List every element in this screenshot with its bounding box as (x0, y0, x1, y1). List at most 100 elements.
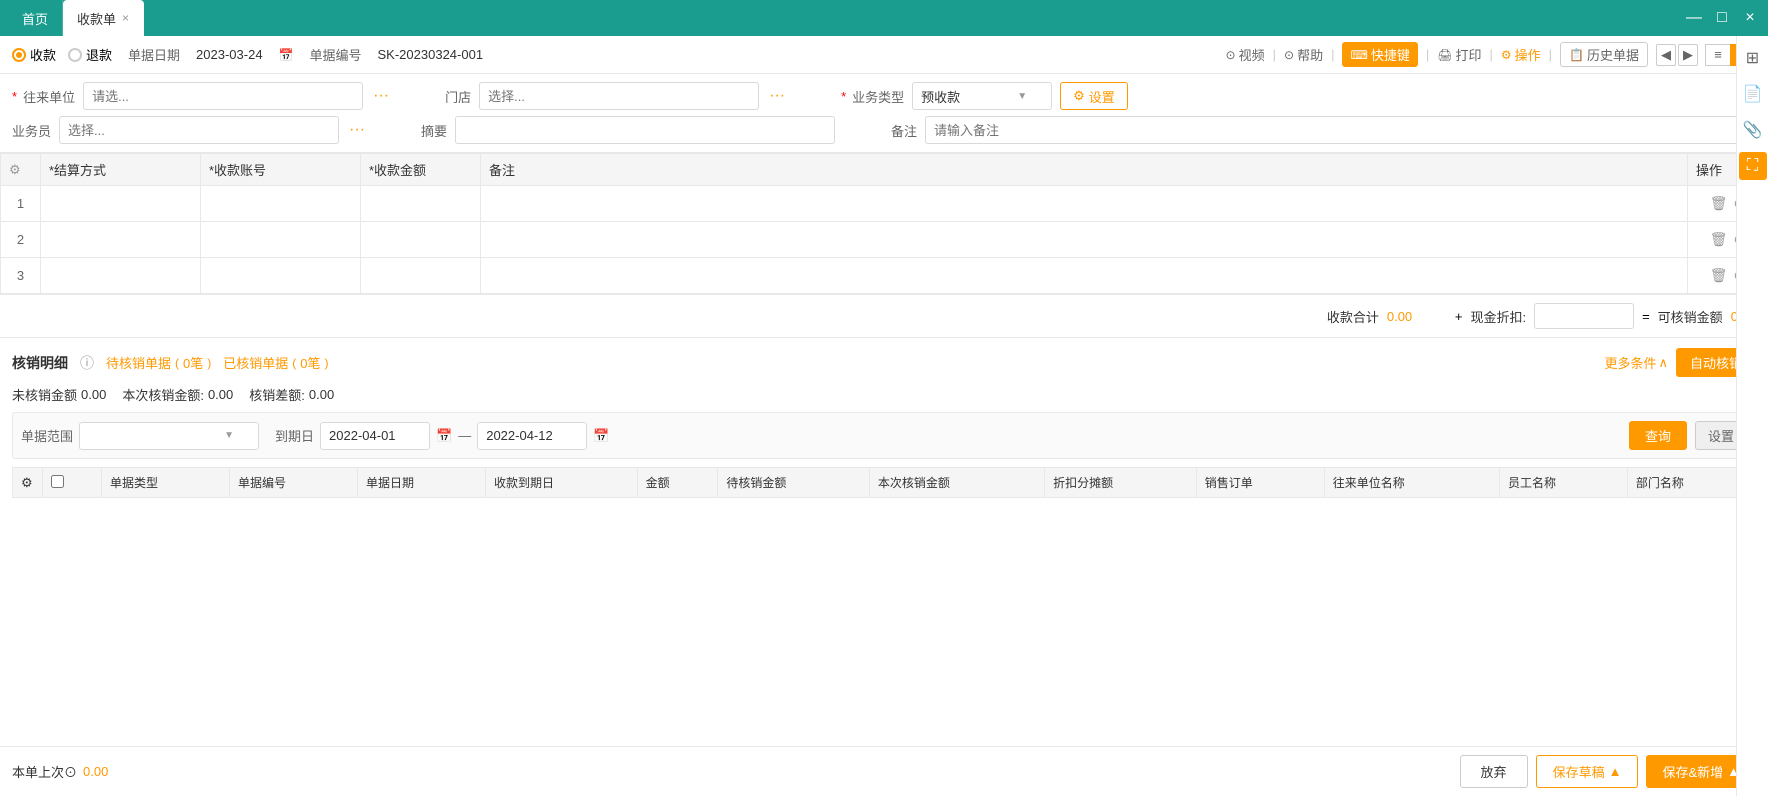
store-input[interactable] (479, 82, 759, 110)
table-section: ⚙ *结算方式 *收款账号 *收款金额 备注 操作 (0, 153, 1768, 295)
collection-total-value: 0.00 (1387, 309, 1447, 324)
verify-amount-label: 可核销金额 (1658, 307, 1723, 326)
salesperson-more-button[interactable]: ··· (349, 121, 365, 139)
th-doc-date: 单据日期 (358, 468, 486, 498)
summary-input[interactable] (455, 116, 835, 144)
tab-bar: 首页 收款单 × — □ × (0, 0, 1768, 36)
maximize-button[interactable]: □ (1712, 9, 1732, 27)
save-new-label: 保存&新增 (1662, 762, 1723, 781)
th-pending: 待核销金额 (718, 468, 870, 498)
cal-to-icon[interactable]: 📅 (593, 428, 609, 444)
date-picker-icon[interactable]: 📅 (279, 48, 294, 62)
more-conditions-button[interactable]: 更多条件 ∧ (1604, 353, 1668, 372)
list-view-button[interactable]: ≡ (1705, 44, 1731, 66)
radio-refund[interactable]: 退款 (68, 45, 112, 64)
th-note: 备注 (481, 154, 1688, 186)
req-mark-counterpart: * (12, 89, 17, 104)
save-draft-dropdown-icon[interactable]: ▲ (1609, 764, 1622, 779)
th-counterpart: 往来单位名称 (1324, 468, 1499, 498)
next-button[interactable]: ▶ (1678, 44, 1698, 66)
salesperson-input[interactable] (59, 116, 339, 144)
footer-actions: 放弃 保存草稿 ▲ 保存&新增 ▲ (1460, 755, 1756, 788)
note-input[interactable] (925, 116, 1756, 144)
range-filter-group: 单据范围 ▼ (21, 422, 259, 450)
save-draft-button[interactable]: 保存草稿 ▲ (1536, 755, 1639, 788)
doc-date-value[interactable]: 2023-03-24 (196, 47, 263, 62)
shortcut-button[interactable]: ⌨ 快捷键 (1342, 42, 1417, 67)
row-2-note[interactable] (481, 222, 1688, 258)
req-mark-business: * (841, 89, 846, 104)
row-1-delete-icon[interactable]: 🗑 (1710, 195, 1728, 212)
range-label: 单据范围 (21, 426, 73, 445)
sidebar-attach-icon[interactable]: 📎 (1739, 116, 1767, 144)
select-all-checkbox[interactable] (51, 475, 64, 488)
discount-input[interactable] (1534, 303, 1634, 329)
table-gear-icon[interactable]: ⚙ (21, 475, 33, 490)
video-button[interactable]: ⊙ 视频 (1226, 45, 1265, 64)
th-checkbox-col (43, 468, 102, 498)
row-3-settlement[interactable] (41, 258, 201, 294)
row-3-note[interactable] (481, 258, 1688, 294)
store-more-button[interactable]: ··· (769, 87, 785, 105)
row-1-settlement[interactable] (41, 186, 201, 222)
th-due-date: 收款到期日 (486, 468, 638, 498)
verify-actions: 更多条件 ∧ 自动核销 (1604, 348, 1756, 377)
counterpart-input[interactable] (83, 82, 363, 110)
row-3-amount[interactable] (361, 258, 481, 294)
help-button[interactable]: ⊙ 帮助 (1284, 45, 1323, 64)
row-1-amount[interactable] (361, 186, 481, 222)
close-tab-icon[interactable]: × (122, 11, 129, 25)
toolbar-actions: ⊙ 视频 | ⊙ 帮助 | ⌨ 快捷键 | 🖨 打印 | ⚙ 操作 | 📋 历史… (1226, 42, 1756, 67)
sidebar-table-icon[interactable]: ⊞ (1739, 44, 1767, 72)
doc-date-label: 单据日期 (128, 45, 180, 64)
plus-sign: + (1455, 309, 1463, 324)
tab-home[interactable]: 首页 (8, 0, 63, 36)
prev-button[interactable]: ◀ (1656, 44, 1676, 66)
close-button[interactable]: × (1740, 9, 1760, 27)
row-1-account[interactable] (201, 186, 361, 222)
done-tab[interactable]: 已核销单据(0笔) (223, 353, 328, 372)
settings-button[interactable]: ⚙ 设置 (1060, 82, 1128, 110)
pending-tab[interactable]: 待核销单据(0笔) (106, 353, 211, 372)
summary-label: 摘要 (421, 121, 447, 140)
bottom-table-wrap: ⚙ 单据类型 单据编号 单据日期 收款到期日 金额 待核销金额 本次核销金额 折… (12, 467, 1756, 498)
row-2-amount[interactable] (361, 222, 481, 258)
th-account: *收款账号 (201, 154, 361, 186)
th-discount: 折扣分摊额 (1045, 468, 1197, 498)
row-2-delete-icon[interactable]: 🗑 (1710, 231, 1728, 248)
th-sale-order: 销售订单 (1196, 468, 1324, 498)
toolbar-row: 收款 退款 单据日期 2023-03-24 📅 单据编号 SK-20230324… (0, 36, 1768, 74)
sidebar-doc-icon[interactable]: 📄 (1739, 80, 1767, 108)
settings-gear-icon: ⚙ (1073, 88, 1085, 104)
doc-no-value: SK-20230324-001 (378, 47, 484, 62)
row-2-account[interactable] (201, 222, 361, 258)
print-button[interactable]: 🖨 打印 (1437, 45, 1481, 64)
history-button[interactable]: 📋 历史单据 (1560, 42, 1648, 67)
due-date-to-input[interactable] (477, 422, 587, 450)
verify-info-icon[interactable]: ⓘ (80, 353, 94, 373)
table-settings-icon[interactable]: ⚙ (9, 162, 21, 177)
minimize-button[interactable]: — (1684, 9, 1704, 27)
verify-section: 核销明细 ⓘ 待核销单据(0笔) 已核销单据(0笔) 更多条件 ∧ 自动核销 未… (0, 338, 1768, 746)
range-select[interactable]: ▼ (79, 422, 259, 450)
operation-button[interactable]: ⚙ 操作 (1501, 45, 1541, 64)
collection-total-label: 收款合计 (1327, 307, 1379, 326)
radio-receipt[interactable]: 收款 (12, 45, 56, 64)
equals-sign: = (1642, 309, 1650, 324)
row-1-note[interactable] (481, 186, 1688, 222)
row-2-settlement[interactable] (41, 222, 201, 258)
row-3-delete-icon[interactable]: 🗑 (1710, 267, 1728, 284)
business-type-select[interactable]: 预收款 ▼ (912, 82, 1052, 110)
diff-value: 0.00 (309, 387, 334, 402)
th-settlement: *结算方式 (41, 154, 201, 186)
counterpart-more-button[interactable]: ··· (373, 87, 389, 105)
footer-doc-label: 本单上次⊙ (12, 762, 77, 781)
cal-from-icon[interactable]: 📅 (436, 428, 452, 444)
due-date-from-input[interactable] (320, 422, 430, 450)
sidebar-expand-icon[interactable]: ⛶ (1739, 152, 1767, 180)
tab-receipt[interactable]: 收款单 × (63, 0, 144, 36)
due-date-label: 到期日 (275, 426, 314, 445)
abandon-button[interactable]: 放弃 (1460, 755, 1528, 788)
row-3-account[interactable] (201, 258, 361, 294)
query-button[interactable]: 查询 (1629, 421, 1687, 450)
